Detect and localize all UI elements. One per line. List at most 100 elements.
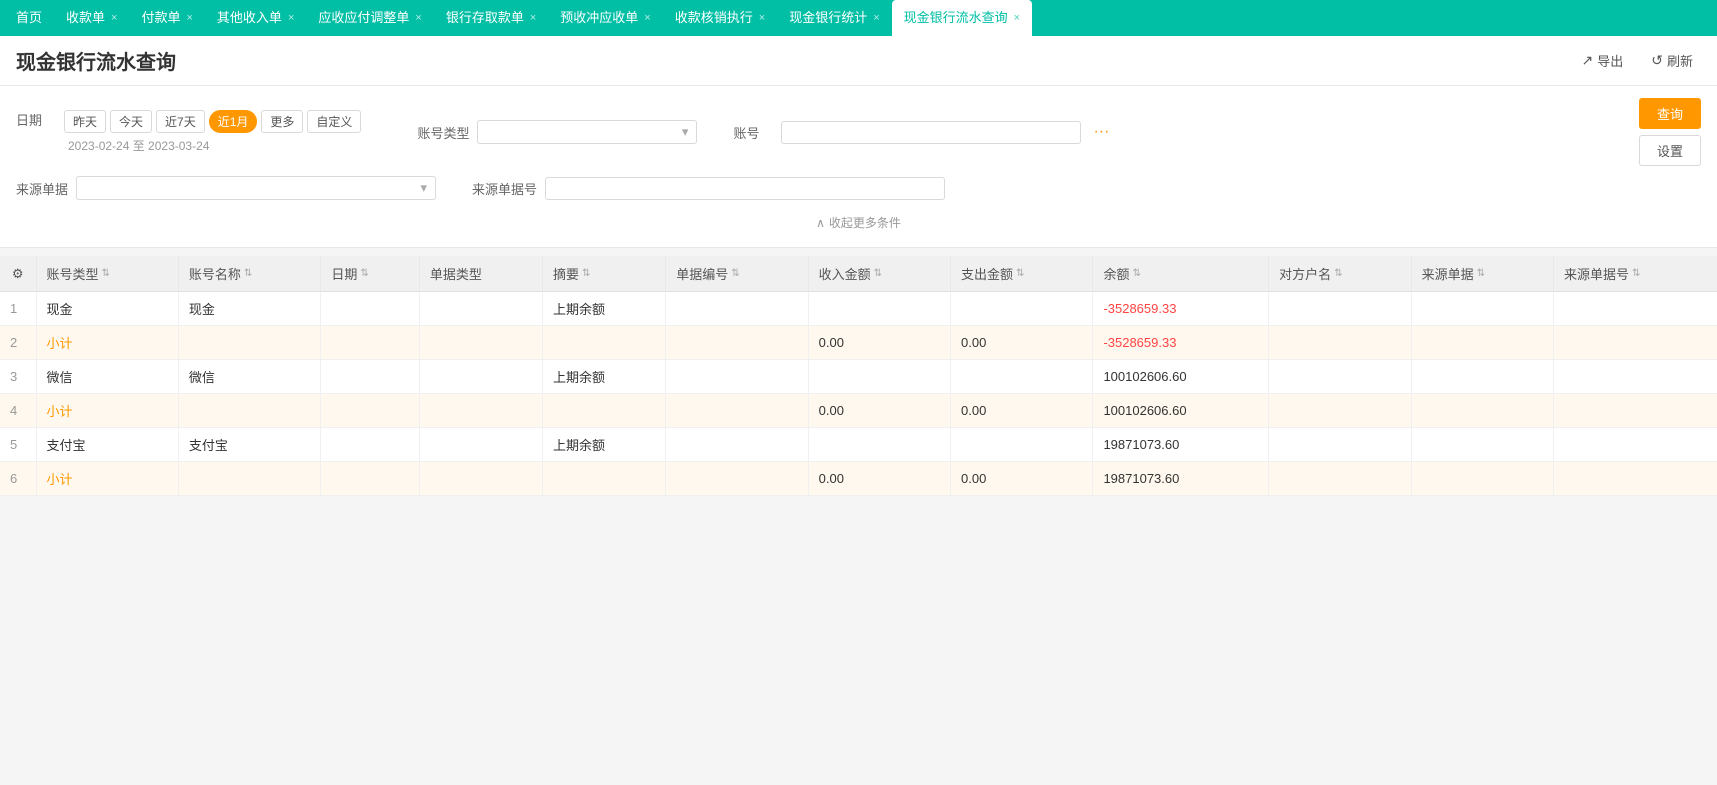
- account-type-select[interactable]: ▾: [477, 120, 697, 144]
- cell-account-name: 现金: [178, 292, 320, 326]
- nav-close-bank-flow[interactable]: ×: [1014, 0, 1020, 36]
- date-yesterday-btn[interactable]: 昨天: [64, 110, 106, 133]
- cell-source-doc: [1411, 326, 1553, 360]
- nav-item-other-income[interactable]: 其他收入单 ×: [205, 0, 306, 36]
- nav-item-payment[interactable]: 付款单 ×: [129, 0, 204, 36]
- cell-doc-no: [666, 326, 808, 360]
- filter-row-2: 来源单据 ▾ 来源单据号: [16, 176, 1701, 200]
- sort-icon-source-doc-no: ⇅: [1632, 268, 1640, 279]
- th-gear[interactable]: ⚙: [0, 256, 36, 292]
- th-account-name[interactable]: 账号名称⇅: [178, 256, 320, 292]
- sort-icon-counterpart: ⇅: [1334, 268, 1342, 279]
- query-button[interactable]: 查询: [1639, 98, 1701, 129]
- th-account-type[interactable]: 账号类型⇅: [36, 256, 178, 292]
- cell-date: [321, 292, 420, 326]
- cell-income: 0.00: [808, 462, 950, 496]
- page-header: 现金银行流水查询 ↗ 导出 ↺ 刷新: [0, 36, 1717, 86]
- sort-icon-account-name: ⇅: [244, 268, 252, 279]
- cell-counterpart: [1269, 360, 1411, 394]
- cell-account-type: 小计: [36, 326, 178, 360]
- cell-doc-no: [666, 394, 808, 428]
- cell-source-doc-no: [1553, 428, 1717, 462]
- nav-item-bank-flow[interactable]: 现金银行流水查询 ×: [892, 0, 1032, 36]
- cell-expense: [951, 292, 1093, 326]
- th-counterpart[interactable]: 对方户名⇅: [1269, 256, 1411, 292]
- cell-account-name: [178, 462, 320, 496]
- nav-close-payment[interactable]: ×: [186, 0, 192, 36]
- nav-item-bank-deposit[interactable]: 银行存取款单 ×: [434, 0, 548, 36]
- source-doc-select[interactable]: ▾: [76, 176, 436, 200]
- cell-counterpart: [1269, 428, 1411, 462]
- nav-item-collection[interactable]: 收款核销执行 ×: [663, 0, 777, 36]
- nav-close-bank-stats[interactable]: ×: [873, 0, 879, 36]
- account-ellipsis-button[interactable]: ···: [1089, 123, 1113, 141]
- table-row: 2 小计 0.00 0.00 -3528659.33: [0, 326, 1717, 360]
- filter-row-1: 日期 昨天 今天 近7天 近1月 更多 自定义 2023-02-24 至 202…: [16, 98, 1701, 166]
- cell-expense: [951, 428, 1093, 462]
- sort-icon-account-type: ⇅: [102, 268, 110, 279]
- th-expense[interactable]: 支出金额⇅: [951, 256, 1093, 292]
- source-doc-no-input[interactable]: [545, 177, 945, 200]
- export-button[interactable]: ↗ 导出: [1574, 47, 1632, 74]
- nav-close-other-income[interactable]: ×: [288, 0, 294, 36]
- cell-income: [808, 292, 950, 326]
- source-doc-chevron-icon: ▾: [420, 180, 427, 196]
- sort-icon-expense: ⇅: [1016, 268, 1024, 279]
- refresh-button[interactable]: ↺ 刷新: [1643, 47, 1701, 74]
- date-custom-btn[interactable]: 自定义: [307, 110, 361, 133]
- collapse-bar[interactable]: ∧ 收起更多条件: [16, 210, 1701, 235]
- cell-doc-type: [419, 292, 542, 326]
- cell-source-doc: [1411, 360, 1553, 394]
- nav-item-bank-stats[interactable]: 现金银行统计 ×: [777, 0, 891, 36]
- account-type-chevron-icon: ▾: [682, 124, 689, 140]
- cell-date: [321, 394, 420, 428]
- cell-doc-no: [666, 360, 808, 394]
- th-doc-no[interactable]: 单据编号⇅: [666, 256, 808, 292]
- cell-date: [321, 326, 420, 360]
- cell-expense: 0.00: [951, 326, 1093, 360]
- cell-doc-type: [419, 428, 542, 462]
- th-doc-type[interactable]: 单据类型: [419, 256, 542, 292]
- cell-doc-type: [419, 326, 542, 360]
- cell-account-name: 微信: [178, 360, 320, 394]
- nav-close-adjustment[interactable]: ×: [415, 0, 421, 36]
- account-input[interactable]: [781, 121, 1081, 144]
- cell-balance: -3528659.33: [1093, 326, 1269, 360]
- date-filter-group: 日期 昨天 今天 近7天 近1月 更多 自定义 2023-02-24 至 202…: [16, 110, 361, 154]
- cell-account-type: 现金: [36, 292, 178, 326]
- top-navigation: 首页 收款单 × 付款单 × 其他收入单 × 应收应付调整单 × 银行存取款单 …: [0, 0, 1717, 36]
- nav-close-collection[interactable]: ×: [759, 0, 765, 36]
- sort-icon-date: ⇅: [360, 268, 368, 279]
- cell-summary: [543, 462, 666, 496]
- date-more-btn[interactable]: 更多: [261, 110, 303, 133]
- table-row: 4 小计 0.00 0.00 100102606.60: [0, 394, 1717, 428]
- date-1month-btn[interactable]: 近1月: [209, 110, 258, 133]
- cell-balance: 19871073.60: [1093, 462, 1269, 496]
- th-source-doc-no[interactable]: 来源单据号⇅: [1553, 256, 1717, 292]
- th-date[interactable]: 日期⇅: [321, 256, 420, 292]
- source-doc-filter-group: 来源单据 ▾: [16, 176, 436, 200]
- cell-expense: 0.00: [951, 394, 1093, 428]
- th-summary[interactable]: 摘要⇅: [543, 256, 666, 292]
- nav-item-prepaid[interactable]: 预收冲应收单 ×: [548, 0, 662, 36]
- nav-item-adjustment[interactable]: 应收应付调整单 ×: [306, 0, 433, 36]
- cell-account-name: 支付宝: [178, 428, 320, 462]
- th-balance[interactable]: 余额⇅: [1093, 256, 1269, 292]
- date-today-btn[interactable]: 今天: [110, 110, 152, 133]
- nav-close-bank-deposit[interactable]: ×: [530, 0, 536, 36]
- date-7days-btn[interactable]: 近7天: [156, 110, 205, 133]
- nav-close-receipt[interactable]: ×: [111, 0, 117, 36]
- cell-account-type: 支付宝: [36, 428, 178, 462]
- table-row: 6 小计 0.00 0.00 19871073.60: [0, 462, 1717, 496]
- settings-button[interactable]: 设置: [1639, 135, 1701, 166]
- nav-close-prepaid[interactable]: ×: [644, 0, 650, 36]
- th-income[interactable]: 收入金额⇅: [808, 256, 950, 292]
- cell-source-doc-no: [1553, 292, 1717, 326]
- nav-item-receipt[interactable]: 收款单 ×: [54, 0, 129, 36]
- source-doc-label: 来源单据: [16, 179, 68, 198]
- nav-item-home[interactable]: 首页: [4, 0, 54, 36]
- th-source-doc[interactable]: 来源单据⇅: [1411, 256, 1553, 292]
- cell-balance: -3528659.33: [1093, 292, 1269, 326]
- cell-row-num: 1: [0, 292, 36, 326]
- cell-row-num: 2: [0, 326, 36, 360]
